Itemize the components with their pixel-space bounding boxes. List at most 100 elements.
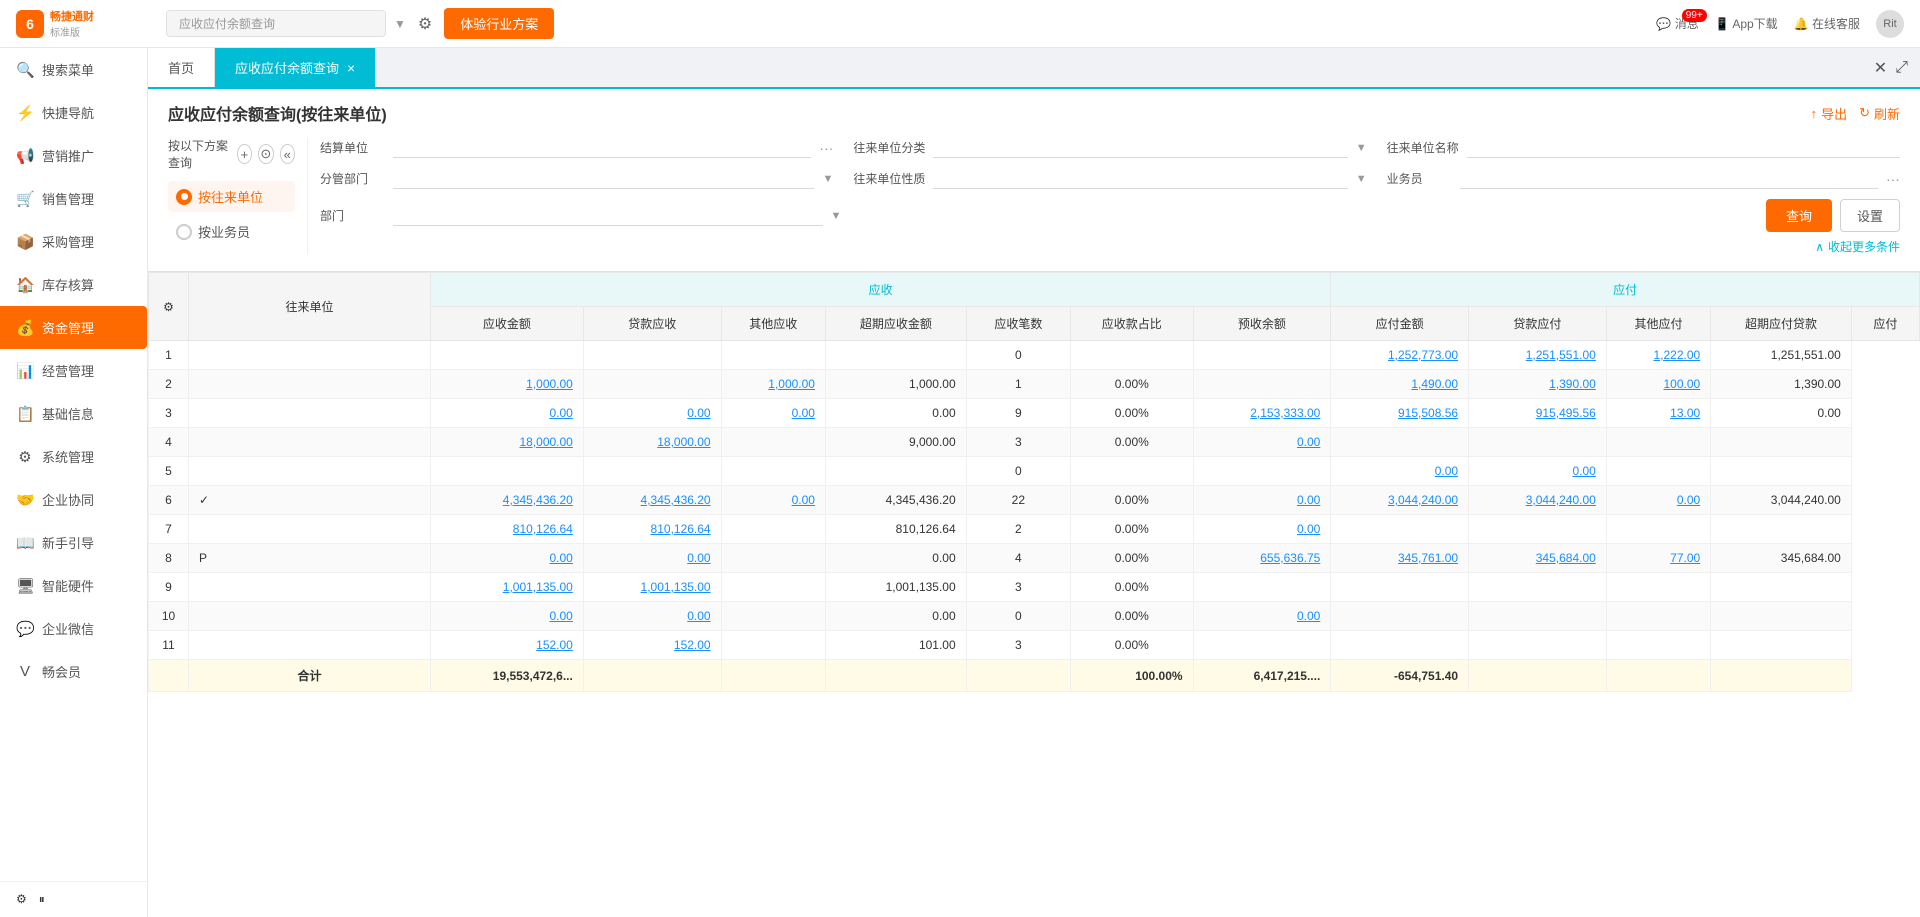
user-avatar[interactable]: Rit: [1876, 10, 1904, 38]
sidebar-item-12[interactable]: 🖥智能硬件: [0, 564, 147, 607]
refresh-btn[interactable]: ↻ 刷新: [1859, 104, 1900, 123]
table-cell[interactable]: 0.00: [721, 486, 825, 515]
filter-bumen-input[interactable]: [393, 205, 823, 226]
sidebar-item-8[interactable]: 📋基础信息: [0, 392, 147, 435]
filter-wanglaixin-arrow[interactable]: ▼: [1356, 173, 1367, 185]
table-cell[interactable]: [721, 573, 825, 602]
table-cell[interactable]: [583, 341, 721, 370]
table-cell[interactable]: 18,000.00: [430, 428, 583, 457]
table-cell[interactable]: [1469, 428, 1607, 457]
filter-wanglaifenlei-arrow[interactable]: ▼: [1356, 142, 1367, 154]
table-cell[interactable]: [1193, 457, 1331, 486]
tab-maximize-btn[interactable]: ⤢: [1895, 59, 1908, 77]
table-cell[interactable]: 345,684.00: [1469, 544, 1607, 573]
filter-fenguan-arrow[interactable]: ▼: [822, 173, 833, 185]
table-cell[interactable]: 1,252,773.00: [1331, 341, 1469, 370]
settings-button[interactable]: 设置: [1840, 199, 1900, 232]
table-cell[interactable]: 1,222.00: [1606, 341, 1710, 370]
filter-fenguan-input[interactable]: [393, 168, 814, 189]
table-cell[interactable]: 1,001,135.00: [583, 573, 721, 602]
message-btn[interactable]: 💬 消息 99+: [1656, 15, 1698, 32]
table-cell[interactable]: [583, 457, 721, 486]
app-download-btn[interactable]: 📱 App下载: [1715, 15, 1778, 32]
sidebar-item-7[interactable]: 📊经营管理: [0, 349, 147, 392]
sidebar-item-9[interactable]: ⚙系统管理: [0, 435, 147, 478]
table-cell[interactable]: [1193, 341, 1331, 370]
query-button[interactable]: 查询: [1766, 199, 1832, 232]
settings-icon[interactable]: ⚙: [16, 892, 27, 907]
filter-settings-btn[interactable]: ⊙: [258, 144, 273, 164]
table-cell[interactable]: 0.00: [1193, 486, 1331, 515]
table-cell[interactable]: [1331, 515, 1469, 544]
table-cell[interactable]: 0.00: [1193, 428, 1331, 457]
table-cell[interactable]: [1331, 631, 1469, 660]
filter-yewuyuan-dots[interactable]: ···: [1886, 171, 1900, 187]
table-cell[interactable]: [1193, 573, 1331, 602]
table-cell[interactable]: [1606, 631, 1710, 660]
table-cell[interactable]: [430, 341, 583, 370]
table-cell[interactable]: [1606, 573, 1710, 602]
table-cell[interactable]: 13.00: [1606, 399, 1710, 428]
table-cell[interactable]: 1,490.00: [1331, 370, 1469, 399]
filter-wanglaifenlei-input[interactable]: [933, 137, 1347, 158]
filter-wanglaixin-input[interactable]: [933, 168, 1347, 189]
table-cell[interactable]: 77.00: [1606, 544, 1710, 573]
table-cell[interactable]: 0.00: [1606, 486, 1710, 515]
gear-button[interactable]: ⚙: [414, 10, 436, 38]
table-cell[interactable]: 0.00: [583, 602, 721, 631]
collapse-icon[interactable]: ⏸: [39, 892, 45, 907]
table-cell[interactable]: [1606, 457, 1710, 486]
table-cell[interactable]: 3,044,240.00: [1469, 486, 1607, 515]
sidebar-item-3[interactable]: 🛒销售管理: [0, 177, 147, 220]
query-option-salesperson[interactable]: 按业务员: [168, 216, 295, 247]
table-cell[interactable]: [721, 602, 825, 631]
sidebar-item-5[interactable]: 🏠库存核算: [0, 263, 147, 306]
table-cell[interactable]: 0.00: [430, 602, 583, 631]
filter-bumen-arrow[interactable]: ▼: [831, 210, 842, 222]
table-cell[interactable]: 1,000.00: [721, 370, 825, 399]
more-conditions[interactable]: ∧ 收起更多条件: [320, 238, 1900, 255]
table-cell[interactable]: 0.00: [1331, 457, 1469, 486]
promo-button[interactable]: 体验行业方案: [444, 8, 554, 39]
filter-yewuyuan-input[interactable]: [1460, 168, 1878, 189]
dropdown-arrow-icon[interactable]: ▼: [394, 17, 406, 31]
table-cell[interactable]: [1606, 428, 1710, 457]
tab-active[interactable]: 应收应付余额查询 ×: [215, 48, 376, 87]
table-cell[interactable]: 1,251,551.00: [1469, 341, 1607, 370]
filter-jiesuandanwei-dots[interactable]: ···: [819, 140, 833, 156]
sidebar-item-4[interactable]: 📦采购管理: [0, 220, 147, 263]
table-cell[interactable]: 0.00: [721, 399, 825, 428]
table-cell[interactable]: [721, 341, 825, 370]
table-cell[interactable]: 152.00: [430, 631, 583, 660]
table-cell[interactable]: 810,126.64: [583, 515, 721, 544]
table-cell[interactable]: 915,495.56: [1469, 399, 1607, 428]
table-cell[interactable]: [430, 457, 583, 486]
table-cell[interactable]: 0.00: [1193, 602, 1331, 631]
table-cell[interactable]: [1469, 602, 1607, 631]
sidebar-item-6[interactable]: 💰资金管理: [0, 306, 147, 349]
filter-add-btn[interactable]: +: [237, 144, 252, 164]
table-cell[interactable]: [721, 515, 825, 544]
tab-home[interactable]: 首页: [148, 48, 215, 87]
sidebar-item-10[interactable]: 🤝企业协同: [0, 478, 147, 521]
sidebar-item-0[interactable]: 🔍搜索菜单: [0, 48, 147, 91]
table-cell[interactable]: 0.00: [1469, 457, 1607, 486]
table-cell[interactable]: 1,390.00: [1469, 370, 1607, 399]
tab-close-window-btn[interactable]: ✕: [1874, 58, 1887, 78]
tab-close-btn[interactable]: ×: [347, 60, 355, 76]
table-cell[interactable]: [721, 544, 825, 573]
table-cell[interactable]: 4,345,436.20: [583, 486, 721, 515]
table-cell[interactable]: 0.00: [583, 399, 721, 428]
table-cell[interactable]: 18,000.00: [583, 428, 721, 457]
table-cell[interactable]: [721, 428, 825, 457]
table-cell[interactable]: 810,126.64: [430, 515, 583, 544]
table-cell[interactable]: 655,636.75: [1193, 544, 1331, 573]
table-cell[interactable]: [1331, 428, 1469, 457]
table-cell[interactable]: 4,345,436.20: [430, 486, 583, 515]
table-cell[interactable]: [583, 370, 721, 399]
table-cell[interactable]: 0.00: [1193, 515, 1331, 544]
table-cell[interactable]: 3,044,240.00: [1331, 486, 1469, 515]
table-cell[interactable]: 0.00: [430, 544, 583, 573]
table-cell[interactable]: [1193, 631, 1331, 660]
table-cell[interactable]: 152.00: [583, 631, 721, 660]
